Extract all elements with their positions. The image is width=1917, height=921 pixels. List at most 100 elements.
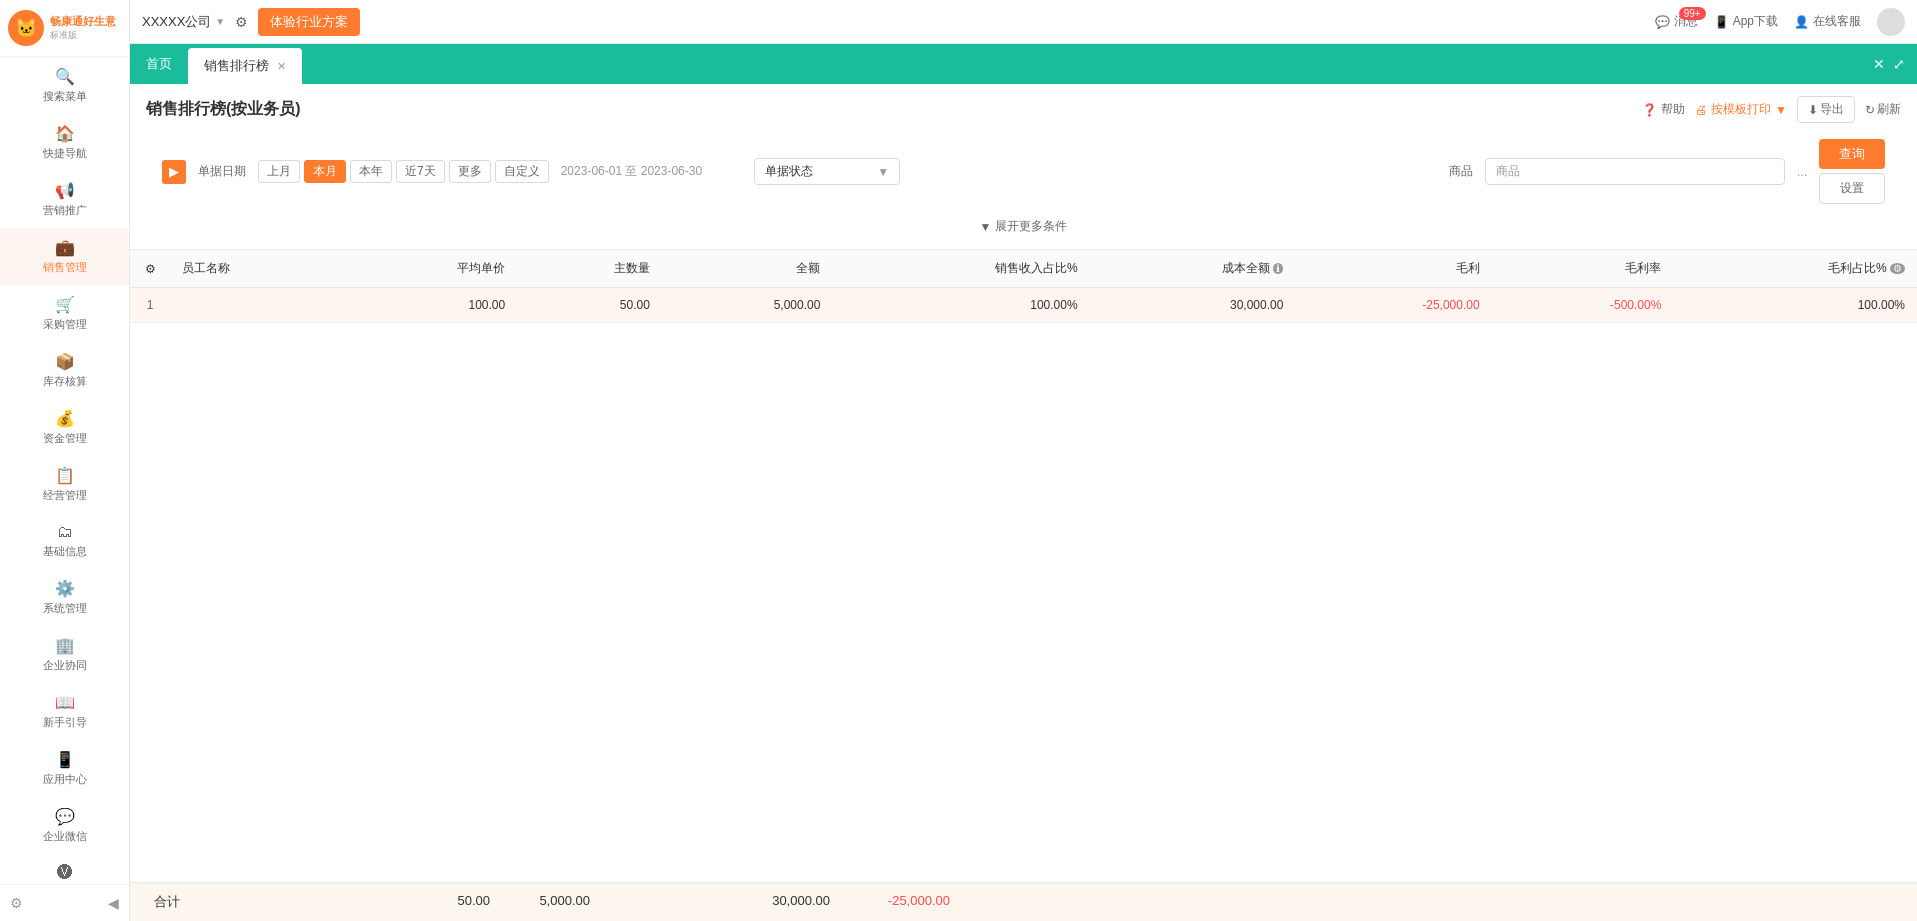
sidebar-item-appcenter[interactable]: 📱 应用中心 [0,740,129,797]
sidebar-item-member[interactable]: 🅥 畅会员 [0,854,129,884]
main-content: XXXXX公司 ▼ ⚙ 体验行业方案 💬 消息 99+ 📱 App下载 👤 在线… [130,0,1917,921]
status-filter[interactable]: 单据状态 ▼ [754,158,900,185]
sidebar: 🐱 畅康通好生意 标准版 🔍 搜索菜单 🏠 快捷导航 📢 营销推广 💼 销售管理… [0,0,130,921]
sidebar-item-quicknav[interactable]: 🏠 快捷导航 [0,114,129,171]
help-label: 帮助 [1661,101,1685,118]
date-btn-7days[interactable]: 近7天 [396,160,445,183]
sidebar-item-wechat[interactable]: 💬 企业微信 [0,797,129,854]
sidebar-item-label: 系统管理 [43,601,87,616]
table-settings-icon[interactable]: ⚙ [145,262,156,276]
help-button[interactable]: ❓ 帮助 [1642,101,1685,118]
footer-qty: 50.00 [402,893,502,911]
settings-button[interactable]: 设置 [1819,173,1885,204]
sidebar-footer: ⚙ ◀ [0,884,129,921]
filter-row-1: ▶ 单据日期 上月 本月 本年 近7天 更多 自定义 2023-06-01 至 … [162,131,1885,212]
sidebar-item-system[interactable]: ⚙️ 系统管理 [0,569,129,626]
date-btn-last-month[interactable]: 上月 [258,160,300,183]
sidebar-item-sales[interactable]: 💼 销售管理 [0,228,129,285]
export-button[interactable]: ⬇ 导出 [1797,96,1855,123]
date-btn-more[interactable]: 更多 [449,160,491,183]
app-download-button[interactable]: 📱 App下载 [1714,13,1778,30]
settings-footer-icon[interactable]: ⚙ [10,895,23,911]
logo-icon: 🐱 [8,10,44,46]
goods-filter[interactable]: 商品 [1485,158,1785,185]
avatar[interactable] [1877,8,1905,36]
sidebar-item-marketing[interactable]: 📢 营销推广 [0,171,129,228]
sidebar-menu: 🔍 搜索菜单 🏠 快捷导航 📢 营销推广 💼 销售管理 🛒 采购管理 📦 库存核… [0,57,129,884]
sidebar-item-label: 销售管理 [43,260,87,275]
cell-avg-price: 100.00 [344,288,518,323]
sidebar-item-inventory[interactable]: 📦 库存核算 [0,342,129,399]
window-expand-icon[interactable]: ⤢ [1893,56,1905,72]
expand-row: ▼ 展开更多条件 [162,212,1885,241]
message-button[interactable]: 💬 消息 99+ [1655,13,1698,30]
sidebar-item-purchase[interactable]: 🛒 采购管理 [0,285,129,342]
print-chevron-icon: ▼ [1775,103,1787,117]
date-btn-this-year[interactable]: 本年 [350,160,392,183]
marketing-icon: 📢 [55,181,75,200]
sidebar-item-label: 快捷导航 [43,146,87,161]
wechat-icon: 💬 [55,807,75,826]
date-filter-label: 单据日期 [198,163,246,180]
company-name: XXXXX公司 [142,13,211,31]
help-icon: ❓ [1642,103,1657,117]
footer-label: 合计 [142,893,402,911]
print-icon: 🖨 [1695,103,1707,117]
collapse-icon[interactable]: ◀ [108,895,119,911]
app-label: App下载 [1733,13,1778,30]
cell-name [170,288,344,323]
sidebar-item-basicinfo[interactable]: 🗂 基础信息 [0,513,129,569]
online-service-button[interactable]: 👤 在线客服 [1794,13,1861,30]
query-button[interactable]: 查询 [1819,139,1885,169]
expand-icon: ▼ [980,220,992,234]
cell-rank: 1 [130,288,170,323]
date-btn-this-month[interactable]: 本月 [304,160,346,183]
sidebar-item-operations[interactable]: 📋 经营管理 [0,456,129,513]
system-icon: ⚙️ [55,579,75,598]
col-qty: 主数量 [517,250,662,288]
footer-empty-pct [602,893,722,911]
sidebar-item-label: 资金管理 [43,431,87,446]
sidebar-item-search[interactable]: 🔍 搜索菜单 [0,57,129,114]
sidebar-item-enterprise[interactable]: 🏢 企业协同 [0,626,129,683]
sidebar-item-label: 经营管理 [43,488,87,503]
expand-button[interactable]: ▼ 展开更多条件 [980,218,1068,235]
tab-active-label: 销售排行榜 [204,57,269,75]
home-icon: 🏠 [55,124,75,143]
col-settings: ⚙ [130,250,170,288]
refresh-icon: ↻ [1865,103,1875,117]
goods-filter-label: 商品 [1449,163,1473,180]
sidebar-item-label: 应用中心 [43,772,87,787]
app-icon: 📱 [1714,15,1729,29]
tab-home[interactable]: 首页 [130,44,188,84]
table-footer: 合计 50.00 5,000.00 30,000.00 -25,000.00 [130,882,1917,921]
date-btn-custom[interactable]: 自定义 [495,160,549,183]
page-actions: ❓ 帮助 🖨 按模板打印 ▼ ⬇ 导出 ↻ 刷新 [1642,96,1901,123]
export-icon: ⬇ [1808,103,1818,117]
filter-toggle-icon[interactable]: ▶ [162,160,186,184]
basicinfo-icon: 🗂 [57,523,73,541]
tab-sales-ranking[interactable]: 销售排行榜 ✕ [188,48,302,84]
trial-button[interactable]: 体验行业方案 [258,8,360,36]
print-button[interactable]: 🖨 按模板打印 ▼ [1695,101,1787,118]
company-chevron-icon: ▼ [215,16,225,27]
window-close-icon[interactable]: ✕ [1873,56,1885,72]
sidebar-item-guide[interactable]: 📖 新手引导 [0,683,129,740]
gear-icon[interactable]: ⚙ [235,14,248,30]
sales-icon: 💼 [55,238,75,257]
more-filter-icon[interactable]: ... [1797,165,1807,179]
company-select[interactable]: XXXXX公司 ▼ [142,13,225,31]
ranking-table: ⚙ 员工名称 平均单价 主数量 全额 销售收入占比% 成本全额 ℹ 毛利 毛利率… [130,250,1917,323]
sidebar-item-finance[interactable]: 💰 资金管理 [0,399,129,456]
refresh-button[interactable]: ↻ 刷新 [1865,101,1901,118]
tab-close-icon[interactable]: ✕ [277,60,286,73]
search-icon: 🔍 [55,67,75,86]
topbar-right: 💬 消息 99+ 📱 App下载 👤 在线客服 [1655,8,1905,36]
page-title: 销售排行榜(按业务员) [146,99,301,120]
col-amount: 全额 [662,250,833,288]
purchase-icon: 🛒 [55,295,75,314]
page-title-row: 销售排行榜(按业务员) ❓ 帮助 🖨 按模板打印 ▼ ⬇ 导出 [146,96,1901,123]
sidebar-item-label: 企业协同 [43,658,87,673]
sidebar-item-label: 基础信息 [43,544,87,559]
guide-icon: 📖 [55,693,75,712]
